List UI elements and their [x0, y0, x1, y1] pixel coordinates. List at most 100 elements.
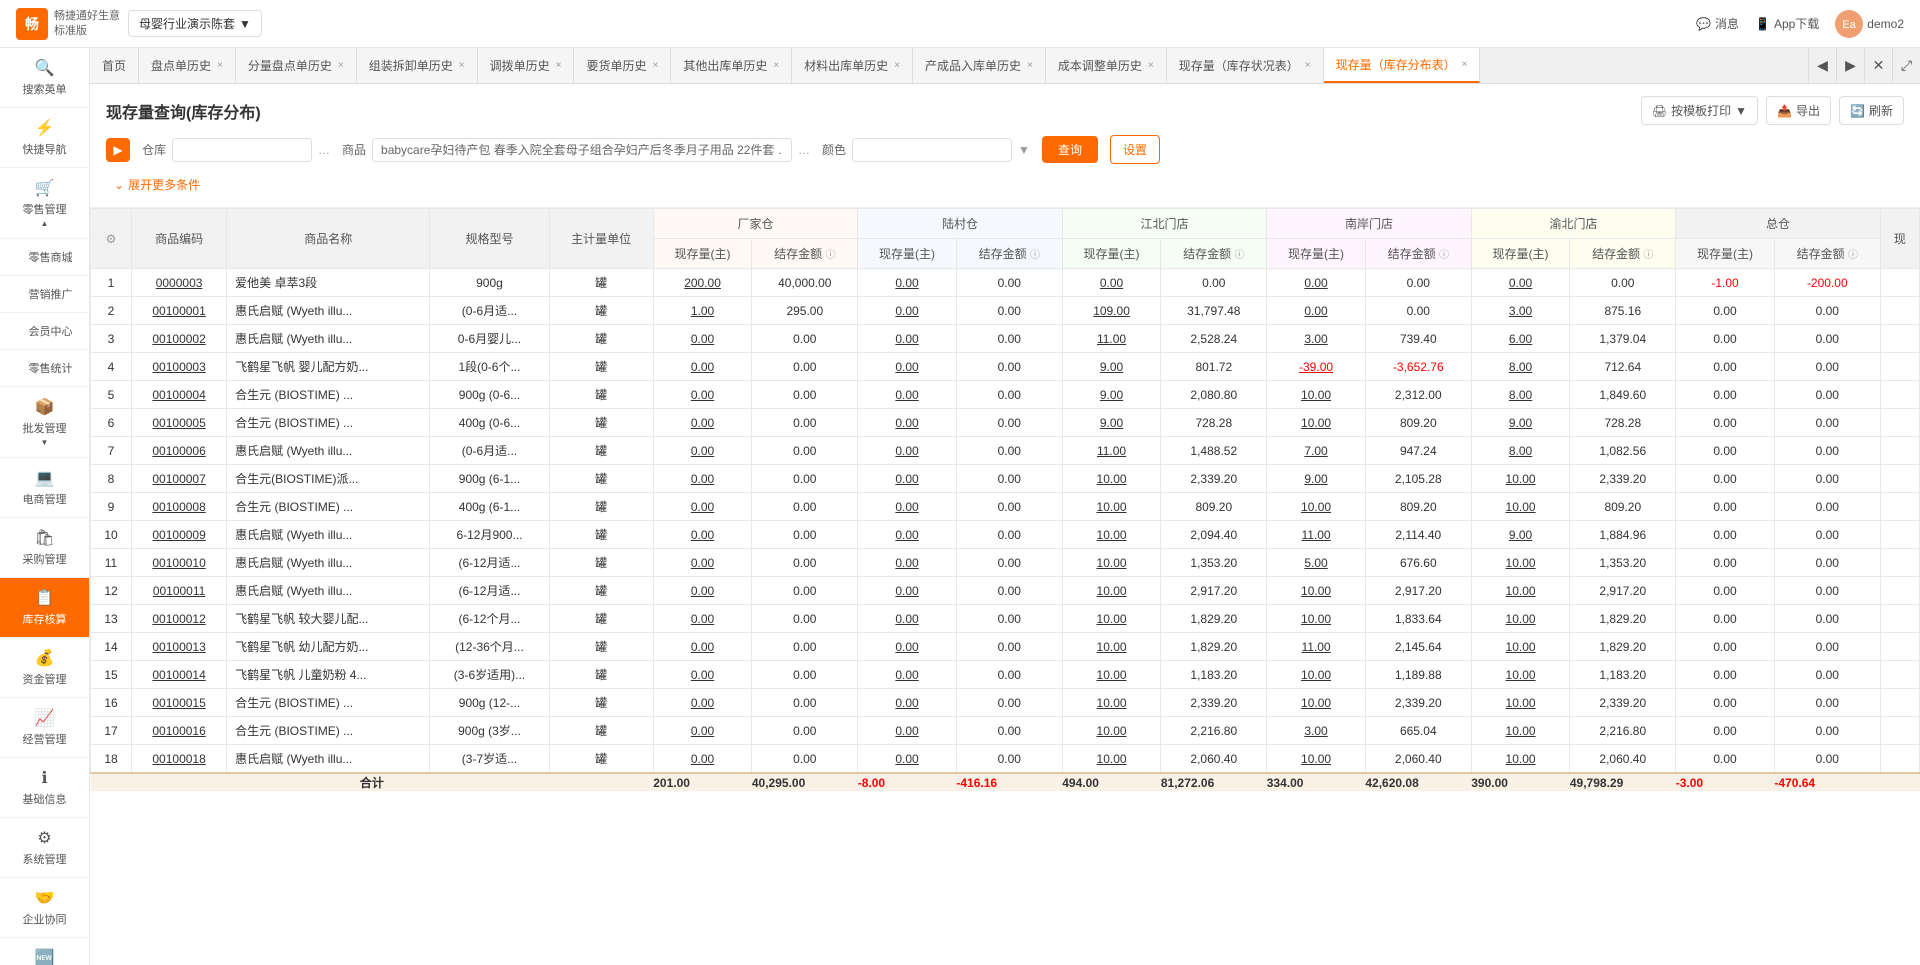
sidebar-item-retail-shop[interactable]: 零售商城	[0, 239, 89, 276]
row-name: 合生元 (BIOSTIME) ...	[227, 381, 430, 409]
color-input[interactable]	[852, 138, 1012, 162]
tab-out-other[interactable]: 其他出库单历史 ×	[671, 48, 792, 83]
tab-stock-dist[interactable]: 现存量（库存分布表） ×	[1324, 48, 1481, 83]
row-yb-amt: 0.00	[1570, 269, 1676, 297]
row-spec: 1段(0-6个...	[430, 353, 549, 381]
tab-close-icon[interactable]: ×	[1148, 60, 1154, 71]
tab-material-out[interactable]: 材料出库单历史 ×	[792, 48, 913, 83]
row-total-qty: 0.00	[1676, 465, 1775, 493]
sidebar-item-system[interactable]: ⚙ 系统管理	[0, 818, 89, 878]
user-profile[interactable]: Ea demo2	[1835, 10, 1904, 38]
row-fj-amt: 0.00	[752, 689, 858, 717]
row-jb-amt: 2,080.80	[1161, 381, 1267, 409]
expand-filters-row: ⌄ 展开更多条件	[106, 172, 1904, 197]
tab-maximize-btn[interactable]: ⤢	[1892, 48, 1920, 84]
tab-close-icon[interactable]: ×	[217, 60, 223, 71]
app-download-btn[interactable]: 📱 App下载	[1755, 15, 1819, 32]
export-btn[interactable]: 📤 导出	[1766, 96, 1831, 125]
row-unit: 罐	[549, 325, 653, 353]
row-total-qty: 0.00	[1676, 437, 1775, 465]
message-btn[interactable]: 💬 消息	[1696, 15, 1739, 32]
sidebar-item-operation[interactable]: 📈 经营管理	[0, 698, 89, 758]
tab-prev-btn[interactable]: ◀	[1808, 48, 1836, 84]
row-name: 飞鹤星飞帆 婴儿配方奶...	[227, 353, 430, 381]
row-yb-amt: 1,829.20	[1570, 633, 1676, 661]
row-total-amt: 0.00	[1774, 577, 1880, 605]
chevron-down-icon: ▼	[41, 438, 49, 447]
sidebar-item-wholesale[interactable]: 📦 批发管理 ▼	[0, 387, 89, 458]
row-na-amt: 0.00	[1365, 297, 1471, 325]
sidebar-item-new-guide[interactable]: 🆕 新手引导	[0, 938, 89, 965]
set-btn[interactable]: 设置	[1110, 135, 1160, 164]
row-na-qty: 10.00	[1267, 577, 1366, 605]
col-factory-wh: 厂家仓	[653, 209, 858, 239]
row-no: 1	[91, 269, 132, 297]
row-lc-amt: 0.00	[956, 353, 1062, 381]
row-jb-amt: 2,060.40	[1161, 745, 1267, 774]
tab-inventory-check[interactable]: 盘点单历史 ×	[139, 48, 236, 83]
row-lc-amt: 0.00	[956, 633, 1062, 661]
sidebar-item-purchase[interactable]: 🛍 采购管理	[0, 518, 89, 578]
row-na-qty: 11.00	[1267, 633, 1366, 661]
tab-sub-inventory-check[interactable]: 分量盘点单历史 ×	[236, 48, 357, 83]
tab-close-icon[interactable]: ×	[1027, 60, 1033, 71]
print-btn[interactable]: 🖨 按模板打印 ▼	[1641, 96, 1758, 125]
tab-product-in[interactable]: 产成品入库单历史 ×	[913, 48, 1046, 83]
sidebar-item-member[interactable]: 会员中心	[0, 313, 89, 350]
row-jb-qty: 10.00	[1062, 465, 1161, 493]
tab-next-btn[interactable]: ▶	[1836, 48, 1864, 84]
tab-close-icon[interactable]: ×	[1305, 60, 1311, 71]
retail-icon: 🛒	[35, 178, 55, 198]
tab-close-icon[interactable]: ×	[652, 60, 658, 71]
toggle-filter-btn[interactable]: ▶	[106, 138, 130, 162]
row-yb-amt: 2,339.20	[1570, 689, 1676, 717]
row-lc-amt: 0.00	[956, 409, 1062, 437]
row-jb-qty: 109.00	[1062, 297, 1161, 325]
table-container[interactable]: ⚙ 商品编码 商品名称 规格型号 主计量单位 厂家仓 陆村仓 江北门店 南岸门店…	[90, 208, 1920, 965]
tab-close-icon[interactable]: ×	[459, 60, 465, 71]
product-more-btn[interactable]: …	[798, 143, 810, 157]
tab-close-icon[interactable]: ×	[556, 60, 562, 71]
row-spec: (6-12月适...	[430, 549, 549, 577]
tab-cost-adjust[interactable]: 成本调整单历史 ×	[1046, 48, 1167, 83]
sidebar-item-ecommerce[interactable]: 💻 电商管理	[0, 458, 89, 518]
row-unit: 罐	[549, 353, 653, 381]
expand-filters-btn[interactable]: ⌄ 展开更多条件	[106, 172, 1904, 197]
tab-home[interactable]: 首页	[90, 48, 139, 83]
tab-close-icon[interactable]: ×	[1462, 59, 1468, 70]
row-jb-amt: 1,183.20	[1161, 661, 1267, 689]
col-gear[interactable]: ⚙	[91, 209, 132, 269]
sidebar-item-search[interactable]: 🔍 搜索英单	[0, 48, 89, 108]
company-selector[interactable]: 母婴行业演示陈套 ▼	[128, 10, 262, 37]
refresh-btn[interactable]: 🔄 刷新	[1839, 96, 1904, 125]
row-na-amt: 1,833.64	[1365, 605, 1471, 633]
product-input[interactable]	[372, 138, 792, 162]
tab-stock-status[interactable]: 现存量（库存状况表） ×	[1167, 48, 1324, 83]
sidebar-item-retail-stat[interactable]: 零售统计	[0, 350, 89, 387]
query-btn[interactable]: 查询	[1042, 136, 1098, 163]
tab-order[interactable]: 要货单历史 ×	[574, 48, 671, 83]
row-lc-qty: 0.00	[858, 409, 957, 437]
sidebar-item-retail-mgmt[interactable]: 🛒 零售管理 ▲	[0, 168, 89, 239]
tab-close-icon[interactable]: ×	[338, 60, 344, 71]
tab-close-all-btn[interactable]: ✕	[1864, 48, 1892, 84]
color-dropdown-icon[interactable]: ▼	[1018, 143, 1030, 157]
sidebar-item-finance[interactable]: 💰 资金管理	[0, 638, 89, 698]
row-jb-qty: 10.00	[1062, 717, 1161, 745]
warehouse-input[interactable]	[172, 138, 312, 162]
sidebar-item-corp-collab[interactable]: 🤝 企业协同	[0, 878, 89, 938]
tab-close-icon[interactable]: ×	[894, 60, 900, 71]
nav-icon: ⚡	[35, 118, 55, 138]
row-spec: 400g (0-6...	[430, 409, 549, 437]
tab-close-icon[interactable]: ×	[773, 60, 779, 71]
tab-transfer[interactable]: 调拨单历史 ×	[478, 48, 575, 83]
sidebar-item-basic[interactable]: ℹ 基础信息	[0, 758, 89, 818]
sidebar-item-marketing[interactable]: 营销推广	[0, 276, 89, 313]
warehouse-more-btn[interactable]: …	[318, 143, 330, 157]
sidebar-item-nav[interactable]: ⚡ 快捷导航	[0, 108, 89, 168]
sidebar-item-inventory[interactable]: 📋 库存核算	[0, 578, 89, 638]
new-guide-icon: 🆕	[35, 948, 55, 965]
row-unit: 罐	[549, 381, 653, 409]
row-no: 17	[91, 717, 132, 745]
tab-assembly[interactable]: 组装拆卸单历史 ×	[357, 48, 478, 83]
